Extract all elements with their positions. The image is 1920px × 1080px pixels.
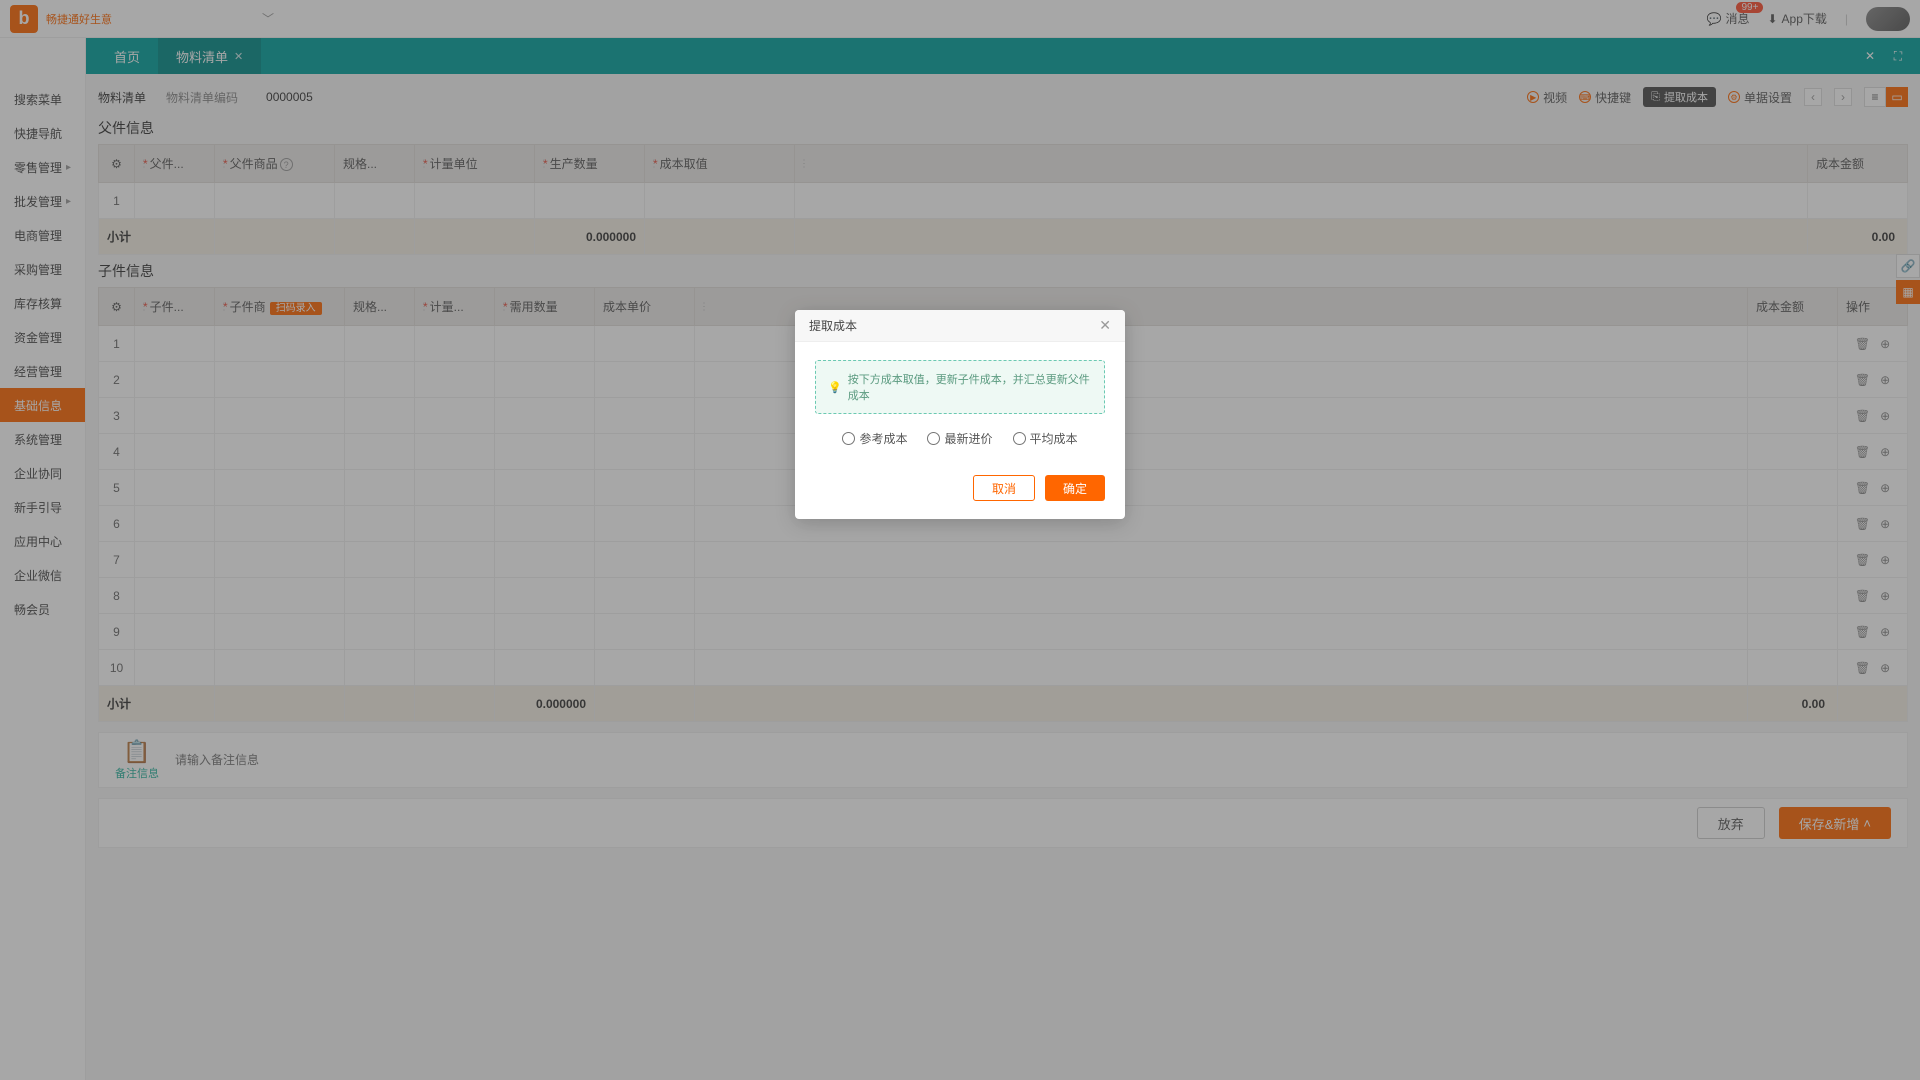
modal-cancel-button[interactable]: 取消 <box>973 475 1035 501</box>
modal-footer: 取消 确定 <box>795 461 1125 519</box>
radio-avg-cost[interactable]: 平均成本 <box>1013 430 1078 447</box>
modal-close-button[interactable]: ✕ <box>1099 317 1111 334</box>
modal-hint-text: 按下方成本取值，更新子件成本，并汇总更新父件成本 <box>848 371 1092 403</box>
extract-cost-modal: 提取成本 ✕ 💡 按下方成本取值，更新子件成本，并汇总更新父件成本 参考成本 最… <box>795 310 1125 519</box>
lightbulb-icon: 💡 <box>828 381 842 394</box>
modal-overlay[interactable] <box>0 0 1920 1080</box>
modal-hint: 💡 按下方成本取值，更新子件成本，并汇总更新父件成本 <box>815 360 1105 414</box>
cost-source-radios: 参考成本 最新进价 平均成本 <box>815 430 1105 447</box>
modal-header: 提取成本 ✕ <box>795 310 1125 342</box>
modal-title: 提取成本 <box>809 317 857 334</box>
radio-ref-cost[interactable]: 参考成本 <box>842 430 907 447</box>
modal-ok-button[interactable]: 确定 <box>1045 475 1105 501</box>
radio-latest-price[interactable]: 最新进价 <box>927 430 992 447</box>
